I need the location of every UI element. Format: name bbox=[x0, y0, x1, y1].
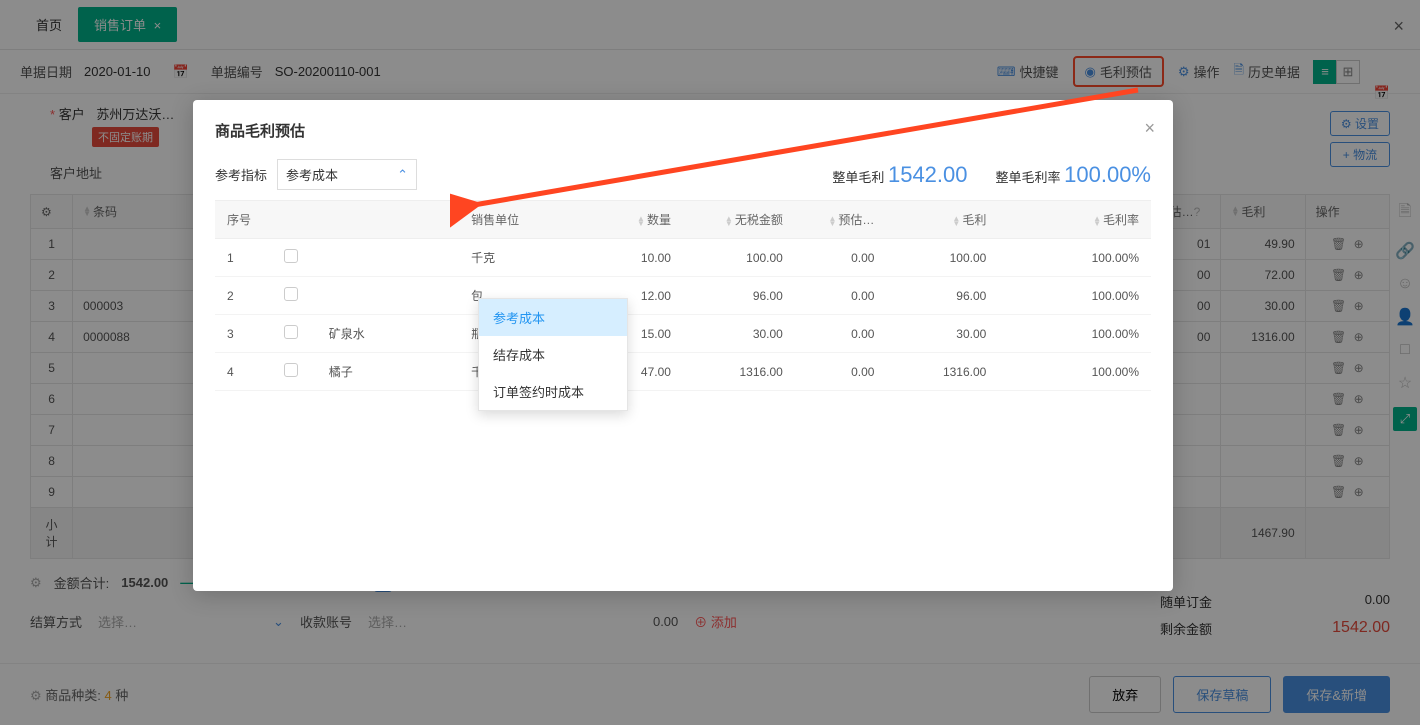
table-row[interactable]: 4 橘子 千克 47.00 1316.00 0.00 1316.00 100.0… bbox=[215, 353, 1151, 391]
ref-dropdown: 参考成本 结存成本 订单签约时成本 bbox=[478, 298, 628, 411]
close-icon[interactable]: × bbox=[1144, 118, 1155, 139]
cell-rate: 100.00% bbox=[998, 277, 1151, 315]
cell-notax: 1316.00 bbox=[683, 353, 795, 391]
table-row[interactable]: 1 千克 10.00 100.00 0.00 100.00 100.00% bbox=[215, 239, 1151, 277]
sort-icon: ▲▼ bbox=[637, 216, 645, 226]
cell-seq: 1 bbox=[215, 239, 266, 277]
cell-notax: 100.00 bbox=[683, 239, 795, 277]
cell-rate: 100.00% bbox=[998, 239, 1151, 277]
checkbox[interactable] bbox=[284, 325, 298, 339]
ref-select[interactable]: 参考成本 ⌃ bbox=[277, 159, 417, 190]
col-est[interactable]: ▲▼预估… bbox=[795, 201, 887, 239]
sort-icon: ▲▼ bbox=[952, 216, 960, 226]
sort-icon: ▲▼ bbox=[1093, 216, 1101, 226]
total-rate-value: 100.00% bbox=[1064, 162, 1151, 187]
cell-profit: 96.00 bbox=[886, 277, 998, 315]
checkbox[interactable] bbox=[284, 249, 298, 263]
chevron-up-icon: ⌃ bbox=[397, 167, 408, 183]
cell-item: 橘子 bbox=[317, 353, 459, 391]
cell-est: 0.00 bbox=[795, 277, 887, 315]
checkbox[interactable] bbox=[284, 363, 298, 377]
col-qty[interactable]: ▲▼数量 bbox=[571, 201, 683, 239]
cell-notax: 30.00 bbox=[683, 315, 795, 353]
sort-icon: ▲▼ bbox=[725, 216, 733, 226]
dropdown-option[interactable]: 参考成本 bbox=[479, 299, 627, 336]
col-profit[interactable]: ▲▼毛利 bbox=[886, 201, 998, 239]
cell-profit: 100.00 bbox=[886, 239, 998, 277]
cell-item bbox=[317, 277, 459, 315]
dropdown-option[interactable]: 结存成本 bbox=[479, 336, 627, 373]
total-rate-label: 整单毛利率 bbox=[996, 170, 1061, 185]
cell-rate: 100.00% bbox=[998, 353, 1151, 391]
total-profit-label: 整单毛利 bbox=[832, 170, 884, 185]
cell-qty: 10.00 bbox=[571, 239, 683, 277]
col-rate[interactable]: ▲▼毛利率 bbox=[998, 201, 1151, 239]
col-notax[interactable]: ▲▼无税金额 bbox=[683, 201, 795, 239]
total-profit-value: 1542.00 bbox=[888, 162, 968, 187]
table-row[interactable]: 3 矿泉水 瓶 15.00 30.00 0.00 30.00 100.00% bbox=[215, 315, 1151, 353]
cell-seq: 4 bbox=[215, 353, 266, 391]
cell-item bbox=[317, 239, 459, 277]
dropdown-option[interactable]: 订单签约时成本 bbox=[479, 373, 627, 410]
profit-table: 序号 销售单位 ▲▼数量 ▲▼无税金额 ▲▼预估… ▲▼毛利 ▲▼毛利率 1 千… bbox=[215, 200, 1151, 391]
cell-notax: 96.00 bbox=[683, 277, 795, 315]
col-seq: 序号 bbox=[215, 201, 266, 239]
cell-est: 0.00 bbox=[795, 239, 887, 277]
cell-unit: 千克 bbox=[459, 239, 571, 277]
profit-modal: × 商品毛利预估 参考指标 参考成本 ⌃ 整单毛利 1542.00 整单毛利率 … bbox=[193, 100, 1173, 591]
cell-est: 0.00 bbox=[795, 353, 887, 391]
modal-title: 商品毛利预估 bbox=[215, 120, 1151, 141]
cell-seq: 3 bbox=[215, 315, 266, 353]
col-unit[interactable]: 销售单位 bbox=[459, 201, 571, 239]
cell-item: 矿泉水 bbox=[317, 315, 459, 353]
checkbox[interactable] bbox=[284, 287, 298, 301]
cell-rate: 100.00% bbox=[998, 315, 1151, 353]
cell-est: 0.00 bbox=[795, 315, 887, 353]
ref-label: 参考指标 bbox=[215, 165, 267, 184]
cell-seq: 2 bbox=[215, 277, 266, 315]
cell-profit: 30.00 bbox=[886, 315, 998, 353]
cell-profit: 1316.00 bbox=[886, 353, 998, 391]
table-row[interactable]: 2 包 12.00 96.00 0.00 96.00 100.00% bbox=[215, 277, 1151, 315]
sort-icon: ▲▼ bbox=[828, 216, 836, 226]
